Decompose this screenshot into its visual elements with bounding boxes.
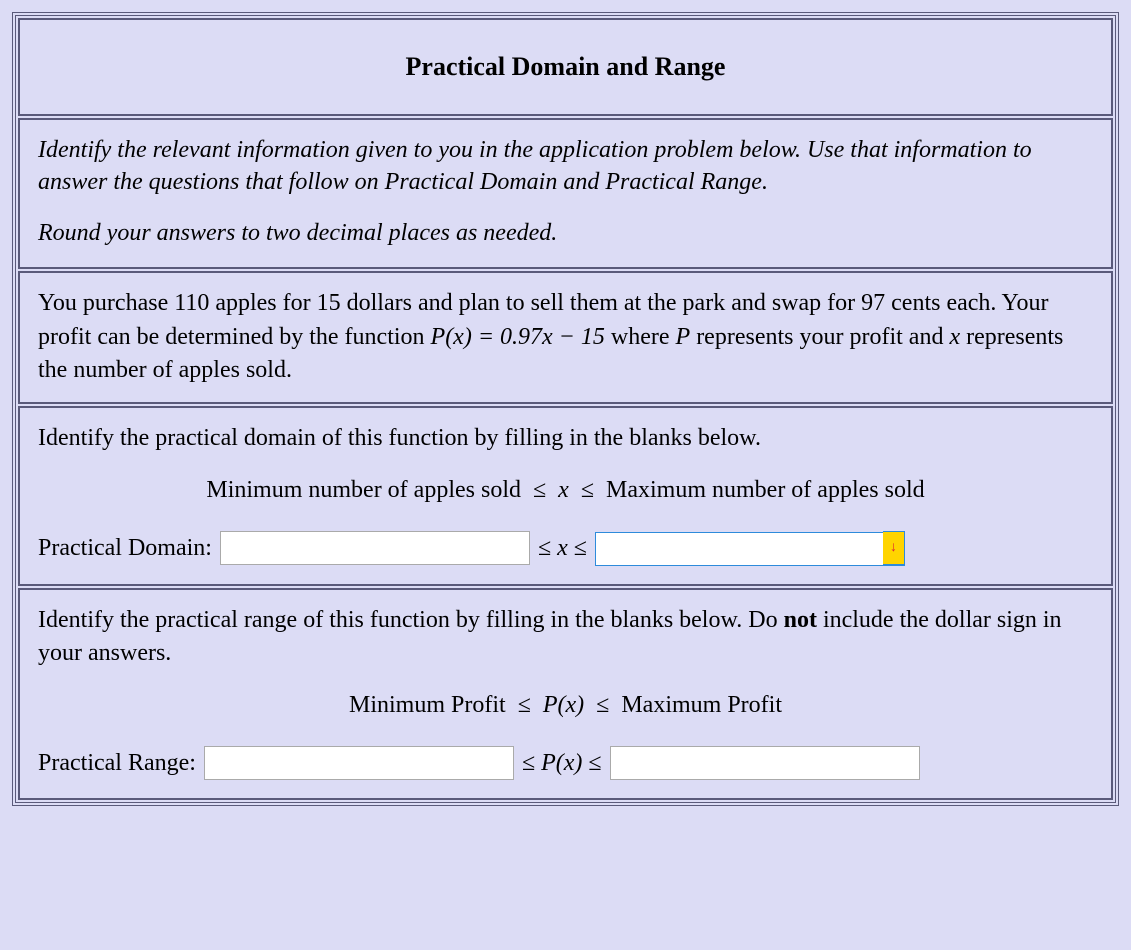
le-symbol: ≤ (518, 692, 531, 718)
question-table: Practical Domain and Range Identify the … (12, 12, 1119, 806)
domain-max-input[interactable] (595, 532, 905, 566)
title-cell: Practical Domain and Range (18, 18, 1113, 116)
profit-function: P(x) = 0.97x − 15 (431, 324, 605, 350)
practical-domain-label: Practical Domain: (38, 532, 212, 566)
range-input-row: Practical Range: ≤ P(x) ≤ (38, 746, 1093, 780)
domain-cell: Identify the practical domain of this fu… (18, 406, 1113, 586)
chevron-down-icon: ↓ (890, 538, 897, 558)
range-prompt: Identify the practical range of this fun… (38, 604, 1093, 671)
not-bold: not (784, 607, 817, 633)
instructions-p1: Identify the relevant information given … (38, 134, 1093, 199)
range-min-input[interactable] (204, 746, 514, 780)
domain-max-label: Maximum number of apples sold (606, 477, 925, 503)
practical-range-label: Practical Range: (38, 747, 196, 781)
Px-variable: P(x) (543, 692, 584, 718)
instructions-p2: Round your answers to two decimal places… (38, 217, 1093, 249)
le-symbol: ≤ (581, 477, 594, 503)
page-title: Practical Domain and Range (38, 34, 1093, 100)
range-template-line: Minimum Profit ≤ P(x) ≤ Maximum Profit (38, 689, 1093, 723)
x-variable: x (949, 324, 960, 350)
domain-min-input[interactable] (220, 531, 530, 565)
range-cell: Identify the practical range of this fun… (18, 588, 1113, 801)
x-variable: x (558, 477, 569, 503)
domain-max-input-wrap: ↓ (595, 531, 905, 566)
problem-text-3: represents your profit and (690, 324, 949, 350)
domain-input-row: Practical Domain: ≤ x ≤ ↓ (38, 531, 1093, 566)
range-between: ≤ P(x) ≤ (522, 747, 602, 781)
dropdown-tab[interactable]: ↓ (883, 531, 905, 565)
domain-between: ≤ x ≤ (538, 532, 587, 566)
le-symbol: ≤ (533, 477, 546, 503)
problem-text-2: where (605, 324, 676, 350)
domain-template-line: Minimum number of apples sold ≤ x ≤ Maxi… (38, 474, 1093, 508)
domain-prompt: Identify the practical domain of this fu… (38, 422, 1093, 456)
instructions-cell: Identify the relevant information given … (18, 118, 1113, 269)
range-max-input[interactable] (610, 746, 920, 780)
problem-cell: You purchase 110 apples for 15 dollars a… (18, 271, 1113, 404)
le-symbol: ≤ (596, 692, 609, 718)
range-max-label: Maximum Profit (621, 692, 782, 718)
P-variable: P (676, 324, 691, 350)
range-min-label: Minimum Profit (349, 692, 506, 718)
domain-min-label: Minimum number of apples sold (206, 477, 521, 503)
